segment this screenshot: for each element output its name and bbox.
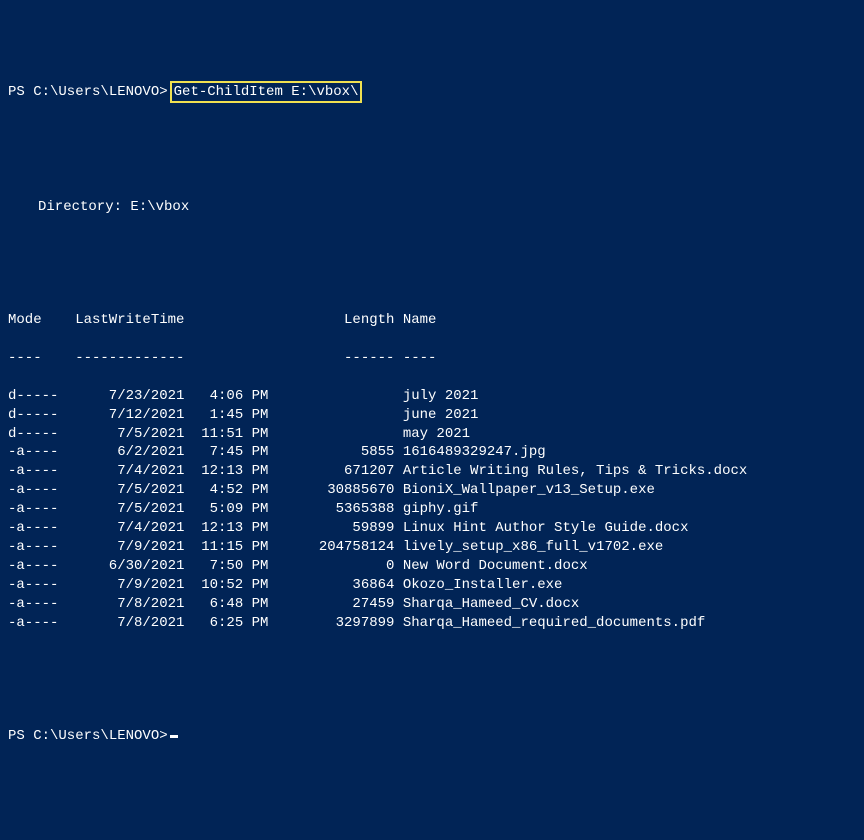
- header-name: Name: [403, 311, 437, 330]
- cell-name: june 2021: [403, 406, 479, 425]
- cell-date: 7/12/2021: [58, 406, 184, 425]
- table-row: -a----7/5/20214:52 PM30885670 BioniX_Wall…: [8, 481, 856, 500]
- cell-date: 7/5/2021: [58, 425, 184, 444]
- cell-length: [268, 387, 394, 406]
- cell-name: lively_setup_x86_full_v1702.exe: [403, 538, 663, 557]
- sep-name: ----: [403, 349, 437, 368]
- cell-time: 11:51 PM: [184, 425, 268, 444]
- sep-mode: ----: [8, 349, 58, 368]
- blank-line: [8, 651, 856, 670]
- cell-date: 7/5/2021: [58, 481, 184, 500]
- table-row: -a----7/8/20216:48 PM27459 Sharqa_Hameed_…: [8, 595, 856, 614]
- cell-mode: -a----: [8, 538, 58, 557]
- cell-length: [268, 406, 394, 425]
- header-length: Length: [268, 311, 394, 330]
- prompt-prefix-2: PS C:\Users\LENOVO>: [8, 727, 168, 746]
- cell-length: 671207: [268, 462, 394, 481]
- prompt-line-1: PS C:\Users\LENOVO> Get-ChildItem E:\vbo…: [8, 81, 856, 104]
- prompt-prefix-1: PS C:\Users\LENOVO>: [8, 83, 168, 102]
- cursor: [170, 735, 178, 738]
- cell-time: 1:45 PM: [184, 406, 268, 425]
- blank-line: [8, 236, 856, 255]
- table-row: -a----7/9/202111:15 PM204758124 lively_se…: [8, 538, 856, 557]
- cell-date: 7/4/2021: [58, 519, 184, 538]
- sep-length: ------: [268, 349, 394, 368]
- cell-length: 5855: [268, 443, 394, 462]
- table-row: -a----7/4/202112:13 PM59899 Linux Hint Au…: [8, 519, 856, 538]
- cell-date: 6/2/2021: [58, 443, 184, 462]
- cell-name: New Word Document.docx: [403, 557, 588, 576]
- cell-mode: d-----: [8, 425, 58, 444]
- cell-name: Okozo_Installer.exe: [403, 576, 563, 595]
- cell-mode: -a----: [8, 595, 58, 614]
- table-row: d-----7/12/20211:45 PM june 2021: [8, 406, 856, 425]
- cell-length: 36864: [268, 576, 394, 595]
- cell-time: 6:25 PM: [184, 614, 268, 633]
- table-row: -a----7/4/202112:13 PM671207 Article Writ…: [8, 462, 856, 481]
- cell-mode: -a----: [8, 519, 58, 538]
- cell-length: 0: [268, 557, 394, 576]
- cell-date: 7/9/2021: [58, 576, 184, 595]
- cell-length: 59899: [268, 519, 394, 538]
- table-row: -a----7/8/20216:25 PM3297899 Sharqa_Hamee…: [8, 614, 856, 633]
- cell-mode: -a----: [8, 481, 58, 500]
- blank-line: [8, 273, 856, 292]
- table-row: d-----7/5/202111:51 PM may 2021: [8, 425, 856, 444]
- cell-time: 4:06 PM: [184, 387, 268, 406]
- cell-name: may 2021: [403, 425, 470, 444]
- table-row: d-----7/23/20214:06 PM july 2021: [8, 387, 856, 406]
- cell-name: Linux Hint Author Style Guide.docx: [403, 519, 689, 538]
- cell-date: 7/8/2021: [58, 614, 184, 633]
- blank-line: [8, 689, 856, 708]
- column-headers: ModeLastWriteTime Length Name: [8, 311, 856, 330]
- cell-date: 6/30/2021: [58, 557, 184, 576]
- blank-line: [8, 122, 856, 141]
- cell-name: Sharqa_Hameed_required_documents.pdf: [403, 614, 705, 633]
- cell-time: 4:52 PM: [184, 481, 268, 500]
- cell-date: 7/9/2021: [58, 538, 184, 557]
- cell-time: 12:13 PM: [184, 462, 268, 481]
- directory-label: Directory: E:\vbox: [38, 199, 189, 215]
- cell-mode: -a----: [8, 557, 58, 576]
- cell-date: 7/8/2021: [58, 595, 184, 614]
- cell-mode: -a----: [8, 462, 58, 481]
- sep-lastwrite: -------------: [58, 349, 184, 368]
- table-row: -a----6/30/20217:50 PM0 New Word Document…: [8, 557, 856, 576]
- column-separators: ---------------------------: [8, 349, 856, 368]
- cell-length: 27459: [268, 595, 394, 614]
- cell-mode: -a----: [8, 443, 58, 462]
- header-lastwrite-spacer: [184, 311, 268, 330]
- cell-mode: -a----: [8, 614, 58, 633]
- table-row: -a----6/2/20217:45 PM5855 1616489329247.j…: [8, 443, 856, 462]
- table-row: -a----7/9/202110:52 PM36864 Okozo_Install…: [8, 576, 856, 595]
- cell-name: Article Writing Rules, Tips & Tricks.doc…: [403, 462, 747, 481]
- cell-time: 11:15 PM: [184, 538, 268, 557]
- cell-mode: d-----: [8, 406, 58, 425]
- highlighted-command: Get-ChildItem E:\vbox\: [170, 81, 363, 104]
- prompt-line-2[interactable]: PS C:\Users\LENOVO>: [8, 727, 856, 746]
- cell-time: 12:13 PM: [184, 519, 268, 538]
- cell-name: july 2021: [403, 387, 479, 406]
- sep-lastwrite-spacer: [184, 349, 268, 368]
- blank-line: [8, 160, 856, 179]
- cell-mode: -a----: [8, 576, 58, 595]
- cell-time: 7:45 PM: [184, 443, 268, 462]
- cell-date: 7/4/2021: [58, 462, 184, 481]
- cell-name: Sharqa_Hameed_CV.docx: [403, 595, 579, 614]
- cell-date: 7/23/2021: [58, 387, 184, 406]
- cell-length: 30885670: [268, 481, 394, 500]
- cell-time: 10:52 PM: [184, 576, 268, 595]
- cell-name: 1616489329247.jpg: [403, 443, 546, 462]
- header-lastwrite: LastWriteTime: [58, 311, 184, 330]
- cell-time: 6:48 PM: [184, 595, 268, 614]
- cell-name: BioniX_Wallpaper_v13_Setup.exe: [403, 481, 655, 500]
- cell-length: 3297899: [268, 614, 394, 633]
- cell-time: 7:50 PM: [184, 557, 268, 576]
- cell-length: 204758124: [268, 538, 394, 557]
- directory-header: Directory: E:\vbox: [8, 198, 856, 217]
- header-mode: Mode: [8, 311, 58, 330]
- cell-mode: d-----: [8, 387, 58, 406]
- cell-length: [268, 425, 394, 444]
